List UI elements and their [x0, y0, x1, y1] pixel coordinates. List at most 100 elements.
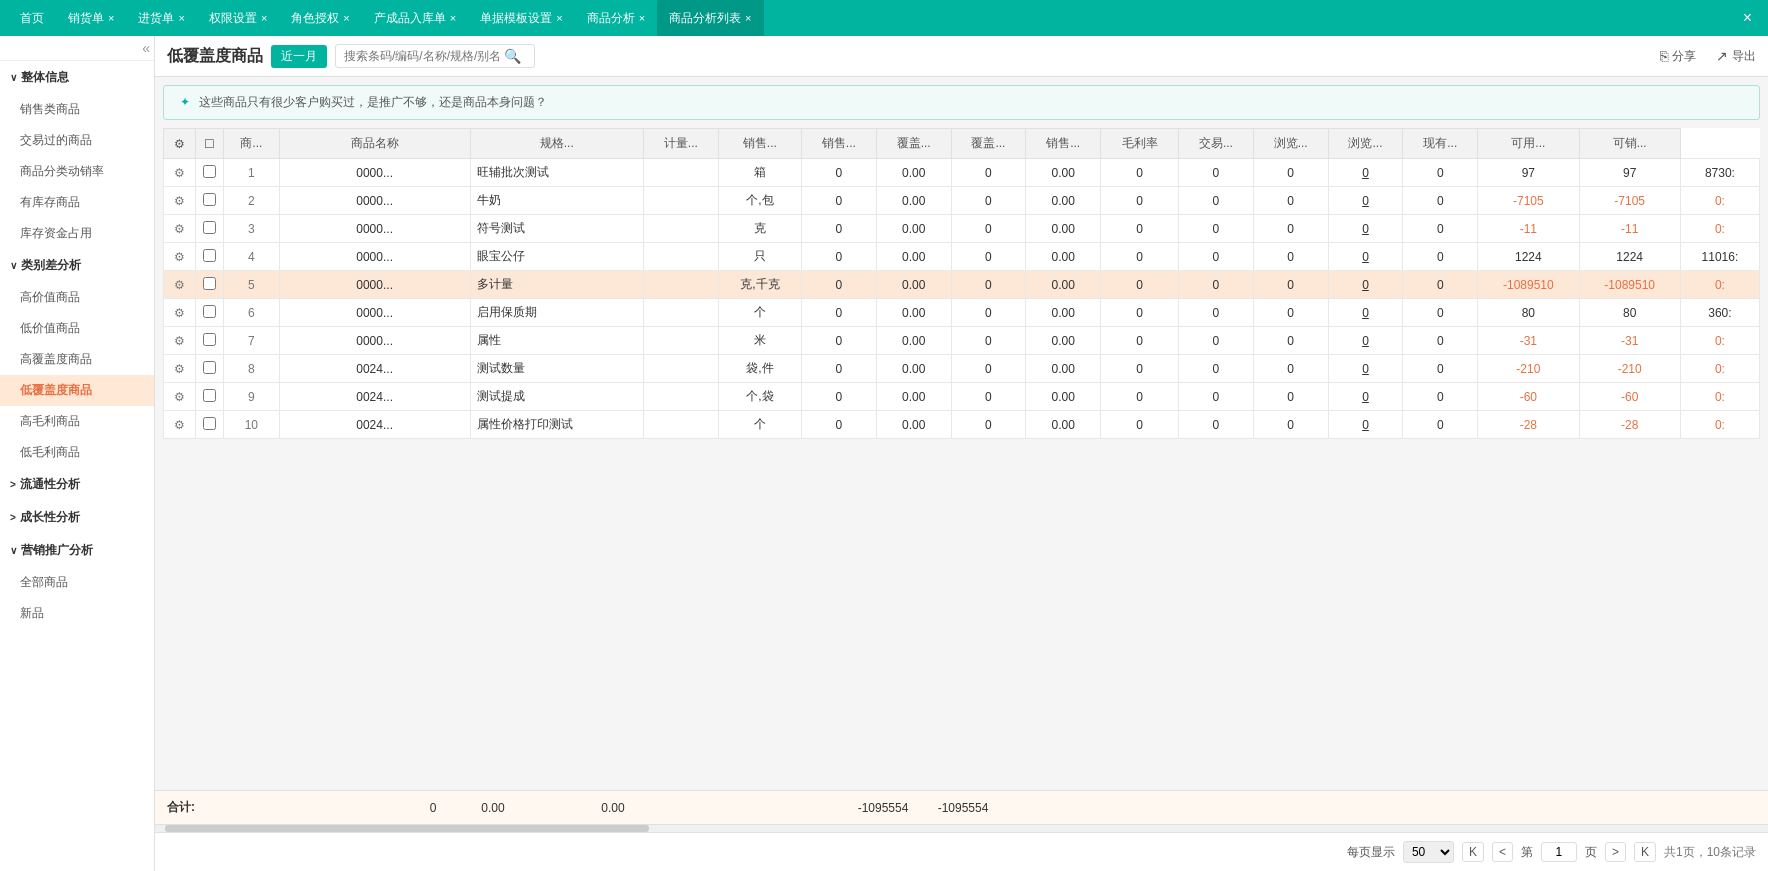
row-name[interactable]: 符号测试 — [470, 215, 643, 243]
row-check[interactable] — [196, 215, 224, 243]
row-check[interactable] — [196, 327, 224, 355]
row-check[interactable] — [196, 411, 224, 439]
nav-close-purchase[interactable]: × — [178, 12, 184, 24]
nav-role-auth[interactable]: 角色授权 × — [279, 0, 361, 36]
row-view2: 0 — [1403, 383, 1478, 411]
sidebar-collapse: « — [0, 36, 154, 61]
window-close-button[interactable]: × — [1735, 9, 1760, 27]
row-unit: 个 — [718, 299, 801, 327]
nav-close-permissions[interactable]: × — [261, 12, 267, 24]
col-gear[interactable]: ⚙ — [164, 129, 196, 159]
row-name[interactable]: 测试提成 — [470, 383, 643, 411]
row-check[interactable] — [196, 383, 224, 411]
row-view1[interactable]: 0 — [1328, 327, 1403, 355]
sidebar-item-low-margin[interactable]: 低毛利商品 — [0, 437, 154, 468]
nav-sales-order[interactable]: 销货单 × — [56, 0, 126, 36]
last-page-button[interactable]: K — [1634, 842, 1656, 862]
horizontal-scrollbar[interactable] — [155, 824, 1768, 832]
row-view1[interactable]: 0 — [1328, 299, 1403, 327]
nav-close-template[interactable]: × — [556, 12, 562, 24]
search-input[interactable] — [344, 49, 504, 63]
row-sellable: 0: — [1680, 327, 1759, 355]
share-button[interactable]: ⎘ 分享 — [1660, 48, 1696, 65]
sidebar-item-new-goods[interactable]: 新品 — [0, 598, 154, 629]
row-gear[interactable]: ⚙ — [164, 327, 196, 355]
sidebar-section-category[interactable]: ∨ 类别差分析 — [0, 249, 154, 282]
sidebar-item-category-rate[interactable]: 商品分类动销率 — [0, 156, 154, 187]
sidebar-item-stocked-goods[interactable]: 有库存商品 — [0, 187, 154, 218]
sidebar-item-high-coverage[interactable]: 高覆盖度商品 — [0, 344, 154, 375]
row-view1[interactable]: 0 — [1328, 159, 1403, 187]
sidebar-item-all-goods[interactable]: 全部商品 — [0, 567, 154, 598]
nav-template-settings[interactable]: 单据模板设置 × — [468, 0, 574, 36]
row-check[interactable] — [196, 355, 224, 383]
row-gear[interactable]: ⚙ — [164, 271, 196, 299]
row-gear[interactable]: ⚙ — [164, 243, 196, 271]
row-name[interactable]: 属性价格打印测试 — [470, 411, 643, 439]
row-check[interactable] — [196, 299, 224, 327]
col-check[interactable]: ☐ — [196, 129, 224, 159]
row-gear[interactable]: ⚙ — [164, 187, 196, 215]
row-view1[interactable]: 0 — [1328, 271, 1403, 299]
nav-product-inbound[interactable]: 产成品入库单 × — [362, 0, 468, 36]
sidebar-item-traded-goods[interactable]: 交易过的商品 — [0, 125, 154, 156]
time-filter-button[interactable]: 近一月 — [271, 45, 327, 68]
row-check[interactable] — [196, 159, 224, 187]
sidebar-item-inventory-fund[interactable]: 库存资金占用 — [0, 218, 154, 249]
export-button[interactable]: ↗ 导出 — [1716, 48, 1756, 65]
nav-close-analysis-list[interactable]: × — [745, 12, 751, 24]
nav-close-product-inbound[interactable]: × — [450, 12, 456, 24]
table-row: ⚙ 6 0000... 启用保质期 个 0 0.00 0 0.00 0 0 0 … — [164, 299, 1760, 327]
row-gear[interactable]: ⚙ — [164, 355, 196, 383]
row-name[interactable]: 测试数量 — [470, 355, 643, 383]
sidebar-item-high-value[interactable]: 高价值商品 — [0, 282, 154, 313]
nav-home[interactable]: 首页 — [8, 0, 56, 36]
row-view1[interactable]: 0 — [1328, 187, 1403, 215]
next-page-button[interactable]: > — [1605, 842, 1626, 862]
row-gear[interactable]: ⚙ — [164, 411, 196, 439]
row-sales-amt: 0.00 — [876, 187, 951, 215]
sidebar-item-high-margin[interactable]: 高毛利商品 — [0, 406, 154, 437]
row-view1[interactable]: 0 — [1328, 215, 1403, 243]
row-view1[interactable]: 0 — [1328, 243, 1403, 271]
nav-product-analysis[interactable]: 商品分析 × — [575, 0, 657, 36]
row-sales-amt: 0.00 — [876, 411, 951, 439]
row-name[interactable]: 牛奶 — [470, 187, 643, 215]
row-gear[interactable]: ⚙ — [164, 215, 196, 243]
sidebar-item-low-value[interactable]: 低价值商品 — [0, 313, 154, 344]
first-page-button[interactable]: K — [1462, 842, 1484, 862]
sidebar-section-overall[interactable]: ∨ 整体信息 — [0, 61, 154, 94]
page-input[interactable] — [1541, 842, 1577, 862]
row-view1[interactable]: 0 — [1328, 383, 1403, 411]
row-view1[interactable]: 0 — [1328, 411, 1403, 439]
nav-close-role-auth[interactable]: × — [343, 12, 349, 24]
row-view1[interactable]: 0 — [1328, 355, 1403, 383]
nav-close-sales-order[interactable]: × — [108, 12, 114, 24]
row-gear[interactable]: ⚙ — [164, 159, 196, 187]
row-name[interactable]: 眼宝公仔 — [470, 243, 643, 271]
sidebar-section-growth[interactable]: > 成长性分析 — [0, 501, 154, 534]
prev-page-button[interactable]: < — [1492, 842, 1513, 862]
sidebar: « ∨ 整体信息 销售类商品 交易过的商品 商品分类动销率 有库存商品 库存资金… — [0, 36, 155, 871]
row-gear[interactable]: ⚙ — [164, 383, 196, 411]
nav-permissions[interactable]: 权限设置 × — [197, 0, 279, 36]
per-page-select[interactable]: 50 100 200 — [1403, 841, 1454, 863]
row-name[interactable]: 启用保质期 — [470, 299, 643, 327]
sidebar-section-marketing[interactable]: ∨ 营销推广分析 — [0, 534, 154, 567]
sidebar-section-liquidity[interactable]: > 流通性分析 — [0, 468, 154, 501]
row-name[interactable]: 属性 — [470, 327, 643, 355]
sidebar-item-sales-goods[interactable]: 销售类商品 — [0, 94, 154, 125]
nav-close-analysis[interactable]: × — [639, 12, 645, 24]
row-check[interactable] — [196, 271, 224, 299]
row-check[interactable] — [196, 187, 224, 215]
sidebar-collapse-icon[interactable]: « — [142, 40, 150, 56]
row-name[interactable]: 多计量 — [470, 271, 643, 299]
row-name[interactable]: 旺辅批次测试 — [470, 159, 643, 187]
sidebar-item-low-coverage[interactable]: 低覆盖度商品 — [0, 375, 154, 406]
nav-purchase-order[interactable]: 进货单 × — [126, 0, 196, 36]
row-check[interactable] — [196, 243, 224, 271]
nav-analysis-list[interactable]: 商品分析列表 × — [657, 0, 763, 36]
total-info: 共1页，10条记录 — [1664, 844, 1756, 861]
row-gear[interactable]: ⚙ — [164, 299, 196, 327]
search-icon[interactable]: 🔍 — [504, 48, 521, 64]
